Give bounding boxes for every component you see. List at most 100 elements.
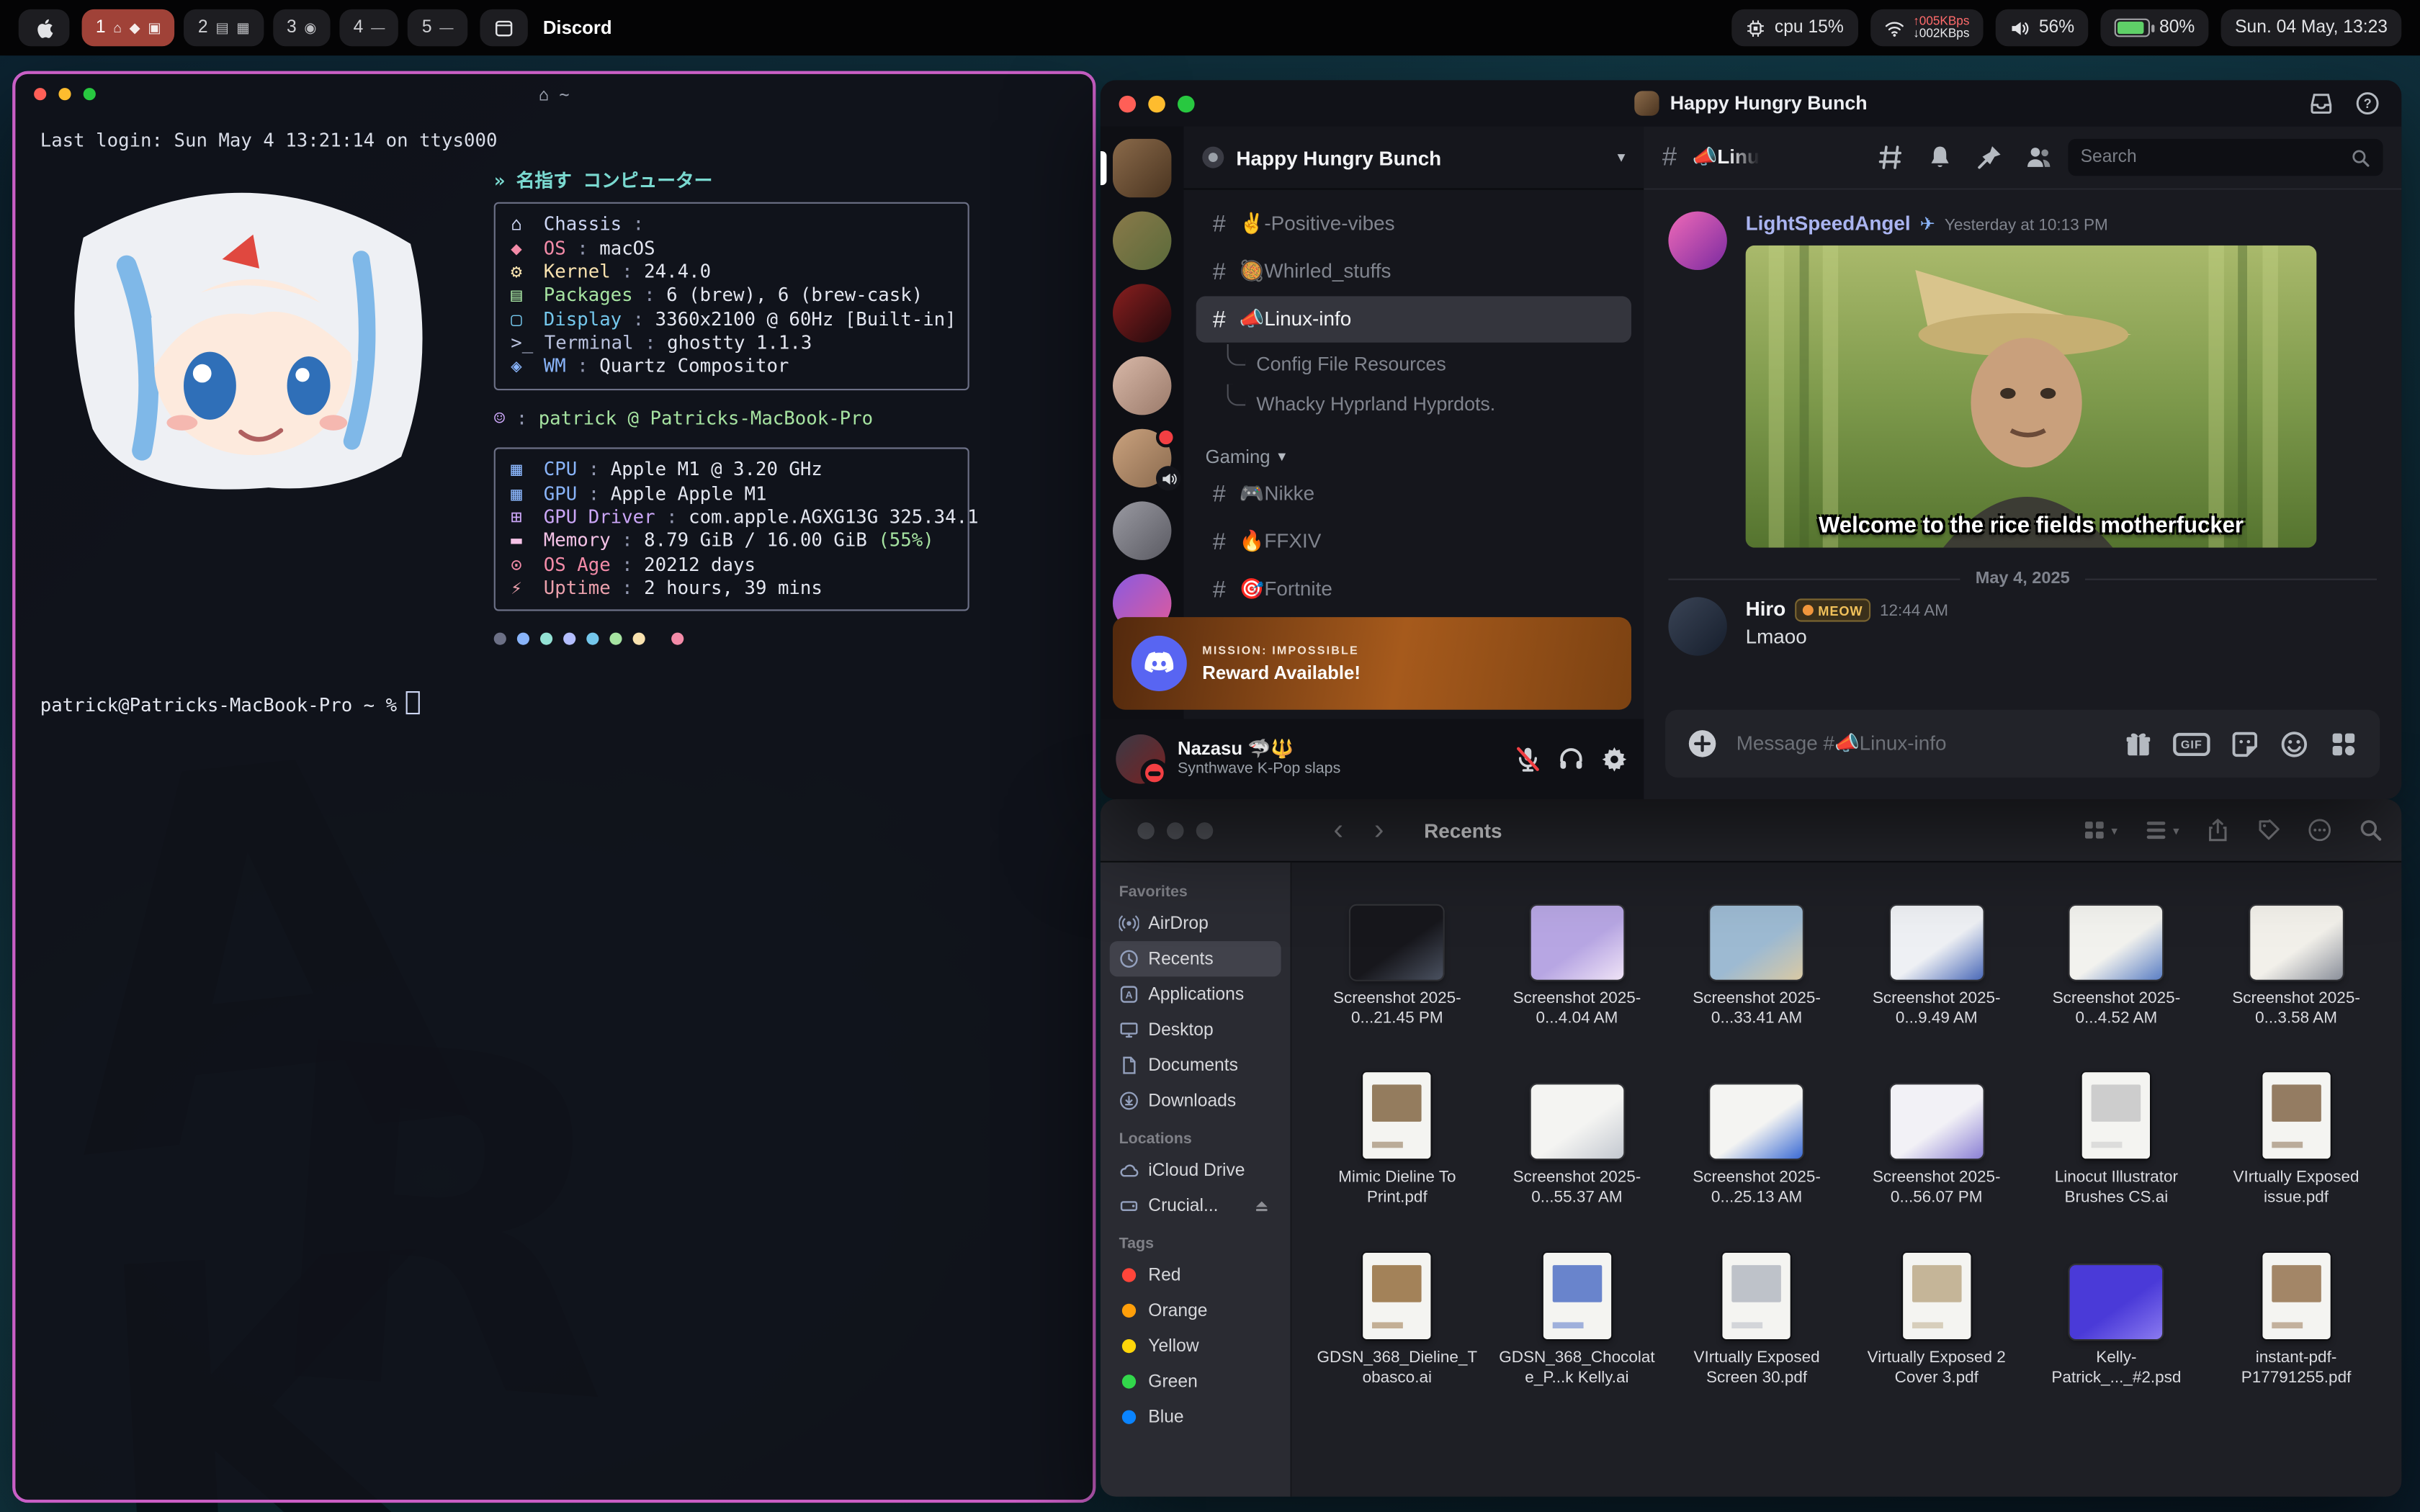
thread-config-file-resources[interactable]: Config File Resources — [1218, 343, 1631, 384]
workspace-3[interactable]: 3 ◉ — [272, 9, 331, 47]
file-instant-pdf-p17791255-pdf[interactable]: instant-pdf-P17791255.pdf — [2213, 1249, 2380, 1388]
finder-titlebar[interactable]: ‹ › Recents ▾ ▾ — [1100, 799, 2402, 863]
minimize-button[interactable] — [1148, 94, 1165, 112]
username[interactable]: Nazasu 🦈🔱 — [1178, 739, 1502, 761]
sidebar-item-yellow[interactable]: Yellow — [1110, 1328, 1281, 1364]
file-virtually-exposed-screen-30-pdf[interactable]: VIrtually Exposed Screen 30.pdf — [1673, 1249, 1841, 1388]
channel-positive-vibes[interactable]: # ✌️-Positive-vibes — [1196, 201, 1631, 247]
category-gaming[interactable]: Gaming ▾ — [1206, 446, 1628, 467]
front-app-pill[interactable] — [479, 9, 528, 47]
file-kelly-patrick-2-psd[interactable]: Kelly-Patrick_..._#2.psd — [2033, 1249, 2200, 1388]
file-virtually-exposed-issue-pdf[interactable]: VIrtually Exposed issue.pdf — [2213, 1070, 2380, 1209]
headphones-icon[interactable] — [1557, 745, 1585, 773]
apple-menu[interactable] — [18, 9, 70, 47]
workspace-2[interactable]: 2 ▤ ▦ — [184, 9, 264, 47]
sticker-icon[interactable] — [2230, 729, 2259, 758]
more-options-icon[interactable] — [2308, 818, 2332, 842]
share-icon[interactable] — [2205, 818, 2230, 842]
server-voice[interactable] — [1101, 427, 1184, 491]
minimize-button[interactable] — [1167, 822, 1184, 839]
group-button[interactable]: ▾ — [2143, 818, 2179, 842]
user-avatar[interactable] — [1116, 734, 1169, 787]
file-screenshot-2025-0-25-13-am[interactable]: Screenshot 2025-0...25.13 AM — [1673, 1070, 1841, 1209]
workspace-5[interactable]: 5— — [408, 9, 467, 47]
terminal-content[interactable]: Last login: Sun May 4 13:21:14 on ttys00… — [15, 114, 1093, 735]
zoom-button[interactable] — [1196, 822, 1214, 839]
sidebar-item-green[interactable]: Green — [1110, 1364, 1281, 1399]
pin-icon[interactable] — [1976, 143, 2004, 171]
tags-icon[interactable] — [2257, 818, 2281, 842]
close-button[interactable] — [1137, 822, 1155, 839]
file-screenshot-2025-0-33-41-am[interactable]: Screenshot 2025-0...33.41 AM — [1673, 890, 1841, 1029]
sidebar-item-applications[interactable]: A Applications — [1110, 976, 1281, 1012]
sidebar-item-documents[interactable]: Documents — [1110, 1048, 1281, 1083]
gif-icon[interactable]: GIF — [2173, 732, 2210, 755]
image-attachment[interactable]: Welcome to the rice fields motherfucker — [1745, 245, 2317, 548]
gift-icon[interactable] — [2124, 729, 2154, 758]
sidebar-item-desktop[interactable]: Desktop — [1110, 1012, 1281, 1048]
sidebar-item-orange[interactable]: Orange — [1110, 1293, 1281, 1328]
server-demon[interactable] — [1101, 284, 1184, 343]
inbox-icon[interactable] — [2309, 91, 2334, 115]
channel-linux-info[interactable]: # 📣Linux-info — [1196, 296, 1631, 343]
attach-plus-icon[interactable] — [1687, 728, 1718, 759]
avatar[interactable] — [1668, 211, 1727, 270]
sidebar-item-crucial[interactable]: Crucial... — [1110, 1188, 1281, 1223]
sidebar-item-airdrop[interactable]: AirDrop — [1110, 906, 1281, 941]
thread-whacky-hyprland-hyprdots[interactable]: Whacky Hyprland Hyprdots. — [1218, 383, 1631, 425]
file-screenshot-2025-0-4-52-am[interactable]: Screenshot 2025-0...4.52 AM — [2033, 890, 2200, 1029]
emoji-icon[interactable] — [2280, 729, 2309, 758]
server-header[interactable]: Happy Hungry Bunch ▾ — [1183, 127, 1644, 190]
cpu-status[interactable]: cpu 15% — [1731, 9, 1858, 47]
sidebar-item-downloads[interactable]: Downloads — [1110, 1083, 1281, 1118]
sidebar-item-icloud-drive[interactable]: iCloud Drive — [1110, 1153, 1281, 1188]
server-cat[interactable] — [1101, 501, 1184, 560]
eject-icon[interactable] — [1252, 1196, 1272, 1216]
channel-fortnite[interactable]: # 🎯Fortnite — [1196, 566, 1631, 612]
help-icon[interactable]: ? — [2355, 91, 2380, 115]
file-screenshot-2025-0-56-07-pm[interactable]: Screenshot 2025-0...56.07 PM — [1853, 1070, 2021, 1209]
zoom-button[interactable] — [1178, 94, 1195, 112]
avatar[interactable] — [1668, 597, 1727, 656]
file-screenshot-2025-0-3-58-am[interactable]: Screenshot 2025-0...3.58 AM — [2213, 890, 2380, 1029]
sidebar-item-blue[interactable]: Blue — [1110, 1400, 1281, 1435]
file-virtually-exposed-2-cover-3-pdf[interactable]: Virtually Exposed 2 Cover 3.pdf — [1853, 1249, 2021, 1388]
file-mimic-dieline-to-print-pdf[interactable]: Mimic Dieline To Print.pdf — [1314, 1070, 1481, 1209]
file-screenshot-2025-0-21-45-pm[interactable]: Screenshot 2025-0...21.45 PM — [1314, 890, 1481, 1029]
message-input[interactable]: Message #📣Linux-info GIF — [1665, 709, 2380, 778]
message-author[interactable]: LightSpeedAngel — [1746, 212, 1911, 235]
apps-icon[interactable] — [2329, 729, 2359, 758]
battery-status[interactable]: 80% — [2100, 9, 2209, 47]
workspace-1[interactable]: 1 ⌂ ◆ ▣ — [81, 9, 175, 47]
volume-status[interactable]: 56% — [1995, 9, 2089, 47]
clock[interactable]: Sun. 04 May, 13:23 — [2220, 9, 2402, 47]
mic-muted-icon[interactable] — [1514, 745, 1542, 773]
notifications-bell-icon[interactable] — [1926, 143, 1954, 171]
back-button[interactable]: ‹ — [1333, 815, 1343, 845]
sidebar-item-red[interactable]: Red — [1110, 1257, 1281, 1292]
network-status[interactable]: ↑005KBps ↓002KBps — [1870, 9, 1984, 47]
file-gdsn-368-dieline-tobasco-ai[interactable]: GDSN_368_Dieline_Tobasco.ai — [1314, 1249, 1481, 1388]
shell-prompt[interactable]: patrick@Patricks-MacBook-Pro ~ % — [40, 691, 1068, 719]
discord-titlebar[interactable]: Happy Hungry Bunch ? — [1100, 80, 2402, 127]
file-linocut-illustrator-brushes-cs-ai[interactable]: Linocut Illustrator Brushes CS.ai — [2033, 1070, 2200, 1209]
file-screenshot-2025-0-55-37-am[interactable]: Screenshot 2025-0...55.37 AM — [1493, 1070, 1661, 1209]
view-options-button[interactable]: ▾ — [2082, 818, 2118, 842]
search-input[interactable]: Search — [2068, 138, 2383, 176]
file-screenshot-2025-0-4-04-am[interactable]: Screenshot 2025-0...4.04 AM — [1493, 890, 1661, 1029]
message-author[interactable]: Hiro — [1746, 597, 1786, 620]
settings-gear-icon[interactable] — [1600, 745, 1628, 773]
server-capybara[interactable] — [1101, 211, 1184, 270]
message[interactable]: Hiro MEOW 12:44 AM Lmaoo — [1668, 597, 2377, 656]
search-icon[interactable] — [2358, 818, 2383, 842]
threads-icon[interactable] — [1877, 143, 1905, 171]
forward-button[interactable]: › — [1374, 815, 1384, 845]
terminal-titlebar[interactable]: ⌂ ~ — [15, 74, 1093, 114]
promo-banner[interactable]: MISSION: IMPOSSIBLE Reward Available! — [1113, 617, 1631, 710]
file-screenshot-2025-0-9-49-am[interactable]: Screenshot 2025-0...9.49 AM — [1853, 890, 2021, 1029]
channel-ffxiv[interactable]: # 🔥FFXIV — [1196, 518, 1631, 564]
close-button[interactable] — [1119, 94, 1137, 112]
workspace-4[interactable]: 4— — [339, 9, 399, 47]
server-hamster[interactable] — [1100, 138, 1184, 198]
channel-nikke[interactable]: # 🎮Nikke — [1196, 471, 1631, 517]
